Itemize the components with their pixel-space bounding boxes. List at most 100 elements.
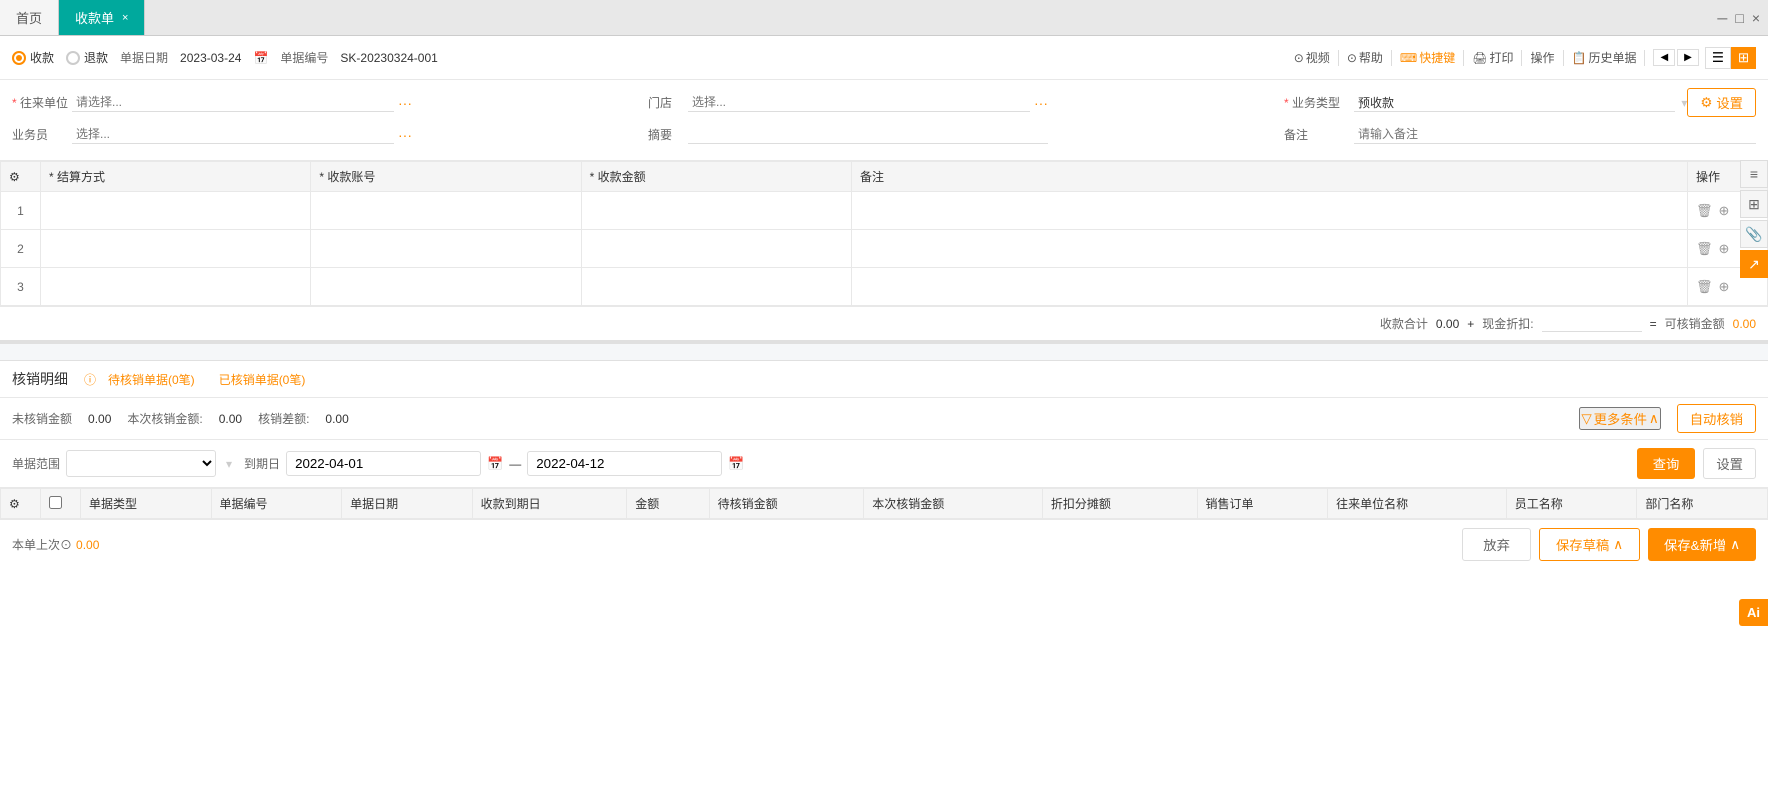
row-2-settlement-input[interactable] [41,230,310,267]
row-1-remark[interactable] [851,192,1687,230]
radio-receive[interactable]: 收款 [12,49,54,66]
verify-info-icon[interactable]: ⓘ [84,371,96,388]
verify-header: 核销明细 ⓘ 待核销单据(0笔) 已核销单据(0笔) [0,361,1768,398]
row-2-delete-icon[interactable]: 🗑 [1696,241,1713,257]
done-tab[interactable]: 已核销单据(0笔) [219,371,306,388]
remark-input[interactable] [1354,125,1756,144]
form-row-2: 业务员 ··· 摘要 备注 [12,125,1756,144]
calendar-icon[interactable]: 📅 [253,51,268,65]
window-min-button[interactable]: ─ [1717,10,1727,26]
remark-field: 备注 [1284,125,1756,144]
discount-input[interactable] [1542,316,1642,332]
row-1-account[interactable] [311,192,581,230]
grid-view-btn[interactable]: ⊞ [1731,47,1756,69]
operations-button[interactable]: 操作 [1530,49,1554,66]
form-area: 往来单位 ··· 门店 ··· 业务类型 ▾ [0,80,1768,161]
biz-type-input[interactable] [1354,93,1675,112]
store-more-icon[interactable]: ··· [1034,95,1048,111]
salesman-input[interactable] [72,125,394,144]
date-to-input[interactable] [527,451,722,476]
next-arrow[interactable]: ▶ [1677,49,1699,66]
query-button[interactable]: 查询 [1637,448,1696,479]
auto-verify-button[interactable]: 自动核销 [1677,404,1756,433]
row-2-remark[interactable] [851,230,1687,268]
row-1-amount[interactable] [581,192,851,230]
bottom-col-order: 销售订单 [1197,489,1328,519]
row-2-copy-icon[interactable]: ⊕ [1719,241,1730,257]
row-1-account-input[interactable] [311,192,580,229]
row-1-delete-icon[interactable]: 🗑 [1696,203,1713,219]
print-button[interactable]: 🖨 打印 [1472,49,1513,66]
bottom-col-employee: 员工名称 [1506,489,1637,519]
row-3-remark-input[interactable] [852,268,1687,305]
col-settings-header[interactable]: ⚙ [1,162,41,192]
row-3-copy-icon[interactable]: ⊕ [1719,279,1730,295]
store-input[interactable] [688,93,1030,112]
date-from-calendar-icon[interactable]: 📅 [487,456,503,472]
more-conditions-button[interactable]: ▽ 更多条件 ∧ [1579,407,1660,430]
rp-attach-icon[interactable]: 📎 [1740,220,1768,248]
date-from-input[interactable] [286,451,481,476]
tab-active[interactable]: 收款单 × [59,0,145,35]
pending-tab[interactable]: 待核销单据(0笔) [108,371,195,388]
tab-home[interactable]: 首页 [0,0,59,35]
row-3-amount-input[interactable] [582,268,851,305]
settings-button[interactable]: ⚙ 设置 [1687,88,1756,117]
history-button[interactable]: 📋 历史单据 [1572,49,1637,66]
row-2-amount-input[interactable] [582,230,851,267]
window-close-button[interactable]: × [1752,10,1760,26]
window-max-button[interactable]: □ [1735,10,1743,26]
row-3-settlement-input[interactable] [41,268,310,305]
row-1-amount-input[interactable] [582,192,851,229]
row-2-remark-input[interactable] [852,230,1687,267]
row-2-account[interactable] [311,230,581,268]
row-3-delete-icon[interactable]: 🗑 [1696,279,1713,295]
row-2-amount[interactable] [581,230,851,268]
settings-label: 设置 [1716,93,1743,112]
help-button[interactable]: ⊙ 帮助 [1347,49,1383,66]
row-1-settlement[interactable] [41,192,311,230]
save-new-button[interactable]: 保存&新增 ∧ [1648,528,1756,561]
date-to-calendar-icon[interactable]: 📅 [728,456,744,472]
summary-input[interactable] [688,125,1048,144]
tab-close-icon[interactable]: × [122,12,128,24]
verify-stats: 未核销金额 0.00 本次核销金额: 0.00 核销差额: 0.00 ▽ 更多条… [0,398,1768,440]
row-3-account-input[interactable] [311,268,580,305]
save-draft-button[interactable]: 保存草稿 ∧ [1539,528,1640,561]
history-icon: 📋 [1572,51,1587,65]
discard-button[interactable]: 放弃 [1462,528,1531,561]
row-3-remark[interactable] [851,268,1687,306]
row-3-settlement[interactable] [41,268,311,306]
row-1-remark-input[interactable] [852,192,1687,229]
ai-badge[interactable]: Ai [1739,599,1768,626]
shortcut-button[interactable]: ⌨ 快捷键 [1400,49,1455,66]
row-2-settlement[interactable] [41,230,311,268]
row-1-copy-icon[interactable]: ⊕ [1719,203,1730,219]
select-all-checkbox[interactable] [49,496,62,509]
counterpart-more-icon[interactable]: ··· [398,95,412,111]
rp-grid-icon[interactable]: ⊞ [1740,190,1768,218]
print-icon: 🖨 [1472,51,1487,65]
radio-refund[interactable]: 退款 [66,49,108,66]
row-1-settlement-input[interactable] [41,192,310,229]
counterpart-input[interactable] [72,93,394,112]
bottom-col-settings[interactable]: ⚙ [1,489,41,519]
num-value: SK-20230324-001 [340,51,437,65]
row-3-amount[interactable] [581,268,851,306]
prev-arrow[interactable]: ◀ [1653,49,1675,66]
history-label: 历史单据 [1588,49,1636,66]
ops-label: 操作 [1530,49,1554,66]
col-account-header: * 收款账号 [311,162,581,192]
bottom-table-section: ⚙ 单据类型 单据编号 单据日期 收款到期日 金额 待核销金额 本次核销金额 折… [0,488,1768,519]
rp-table-icon[interactable]: ≡ [1740,160,1768,188]
list-view-btn[interactable]: ☰ [1705,47,1731,69]
chevron-up-icon: ∧ [1649,411,1659,427]
row-2-account-input[interactable] [311,230,580,267]
rp-expand-icon[interactable]: ↗ [1740,250,1768,278]
filter-settings-button[interactable]: 设置 [1703,448,1756,479]
date-range-sep: — [509,457,521,471]
video-button[interactable]: ⊙ 视频 [1294,49,1330,66]
salesman-more-icon[interactable]: ··· [398,127,412,143]
range-select[interactable] [66,450,216,477]
row-3-account[interactable] [311,268,581,306]
